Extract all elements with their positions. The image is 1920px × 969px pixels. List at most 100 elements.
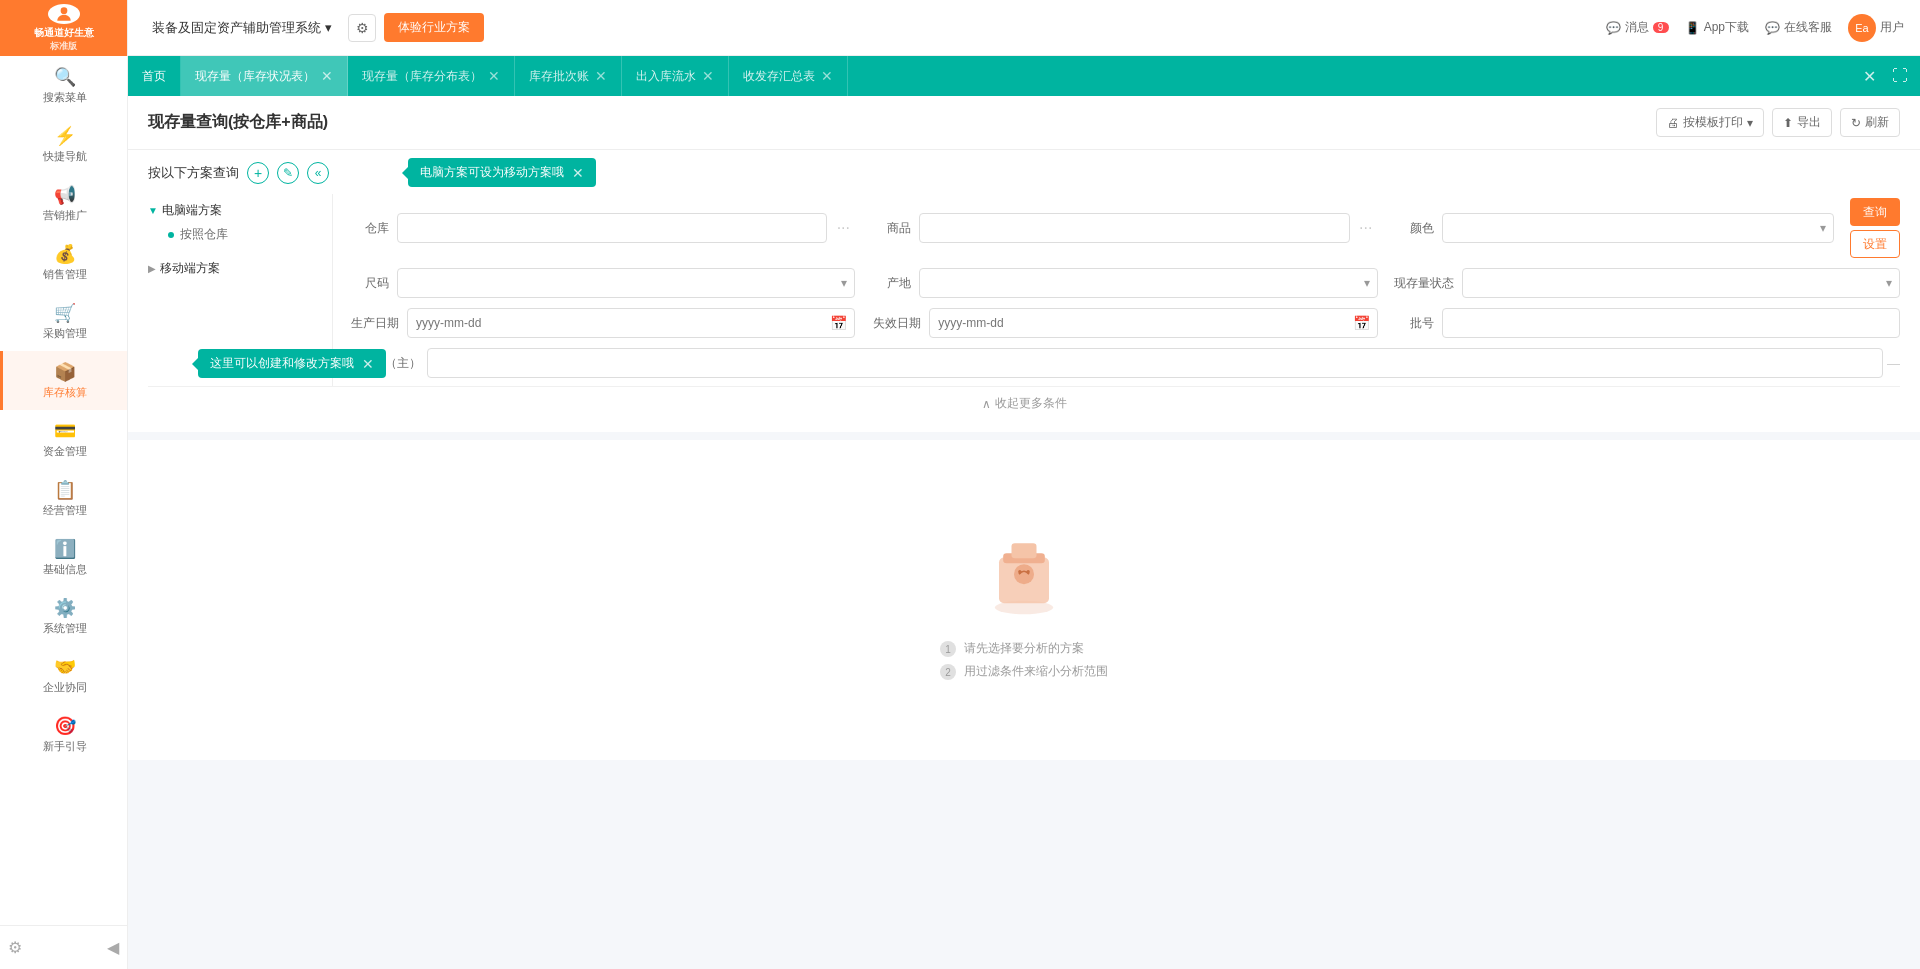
print-icon: 🖨: [1667, 116, 1679, 130]
product-input[interactable]: [919, 213, 1349, 243]
filter-add-btn[interactable]: +: [247, 162, 269, 184]
tab-inventory-status-close[interactable]: ✕: [321, 69, 333, 83]
sidebar-label-marketing: 营销推广: [43, 208, 87, 223]
sidebar-item-system[interactable]: ⚙️ 系统管理: [0, 587, 127, 646]
sidebar-item-operation[interactable]: 📋 经营管理: [0, 469, 127, 528]
tab-home[interactable]: 首页: [128, 56, 181, 96]
node-mobile-label: 移动端方案: [160, 260, 220, 277]
origin-select[interactable]: [919, 268, 1377, 298]
print-label: 按模板打印: [1683, 114, 1743, 131]
header-settings-btn[interactable]: ⚙: [348, 14, 376, 42]
online-service-btn[interactable]: 💬 在线客服: [1765, 19, 1832, 36]
svg-point-0: [60, 7, 67, 14]
scheme-child-item-warehouse[interactable]: 按照仓库: [168, 223, 320, 246]
user-menu[interactable]: Ea 用户: [1848, 14, 1904, 42]
tab-batch-label: 库存批次账: [529, 68, 589, 85]
filter-row-2: 尺码 ▾ 产地: [349, 268, 1900, 298]
scheme-node-pc[interactable]: ▼ 电脑端方案: [148, 198, 320, 223]
color-select[interactable]: [1442, 213, 1834, 243]
exp-date-wrapper: 📅: [929, 308, 1377, 338]
tab-summary-label: 收发存汇总表: [743, 68, 815, 85]
tab-summary[interactable]: 收发存汇总表 ✕: [729, 56, 848, 96]
tab-inventory-status[interactable]: 现存量（库存状况表） ✕: [181, 56, 348, 96]
refresh-btn[interactable]: ↻ 刷新: [1840, 108, 1900, 137]
tab-batch[interactable]: 库存批次账 ✕: [515, 56, 622, 96]
stock-qty-range: —: [427, 348, 1900, 378]
refresh-label: 刷新: [1865, 114, 1889, 131]
collapse-sidebar-icon[interactable]: ◀: [103, 934, 123, 961]
size-label: 尺码: [349, 275, 389, 292]
filter-cell-size: 尺码 ▾: [349, 268, 855, 298]
logo-text: 畅通道好生意: [34, 26, 94, 40]
tab-inventory-dist-close[interactable]: ✕: [488, 69, 500, 83]
top-header: 装备及固定资产辅助管理系统 ▾ ⚙ 体验行业方案 💬 消息 9 📱 App下载 …: [128, 0, 1920, 56]
collapse-label: 收起更多条件: [995, 395, 1067, 412]
sidebar-item-inventory[interactable]: 📦 库存核算: [0, 351, 127, 410]
experience-btn[interactable]: 体验行业方案: [384, 13, 484, 42]
tab-inventory-dist[interactable]: 现存量（库存分布表） ✕: [348, 56, 515, 96]
app-download-btn[interactable]: 📱 App下载: [1685, 19, 1749, 36]
filter-back-btn[interactable]: «: [307, 162, 329, 184]
warehouse-dots[interactable]: ···: [831, 213, 855, 243]
scheme-child-pc: 按照仓库: [148, 223, 320, 246]
prod-date-input[interactable]: [407, 308, 855, 338]
print-arrow: ▾: [1747, 116, 1753, 130]
collapse-btn[interactable]: ∧ 收起更多条件: [982, 395, 1067, 412]
sidebar-item-finance[interactable]: 💳 资金管理: [0, 410, 127, 469]
sidebar-item-guide[interactable]: 🎯 新手引导: [0, 705, 127, 764]
guide-icon: 🎯: [54, 715, 76, 737]
settings-bottom-icon[interactable]: ⚙: [4, 934, 26, 961]
empty-tip-1: 1 请先选择要分析的方案: [940, 640, 1108, 657]
filter-row-4: 现存量（主） —: [349, 348, 1900, 378]
tab-fullscreen[interactable]: ⛶: [1888, 65, 1912, 87]
search-icon: 🔍: [54, 66, 76, 88]
message-btn[interactable]: 💬 消息 9: [1606, 19, 1669, 36]
system-icon: ⚙️: [54, 597, 76, 619]
sidebar-item-basic[interactable]: ℹ️ 基础信息: [0, 528, 127, 587]
collab-icon: 🤝: [54, 656, 76, 678]
sidebar-item-nav[interactable]: ⚡ 快捷导航: [0, 115, 127, 174]
tab-flow[interactable]: 出入库流水 ✕: [622, 56, 729, 96]
filter-row-3: 生产日期 📅 失效日期 📅: [349, 308, 1900, 338]
search-btn[interactable]: 查询: [1850, 198, 1900, 226]
batch-label: 批号: [1394, 315, 1434, 332]
export-btn[interactable]: ⬆ 导出: [1772, 108, 1832, 137]
exp-date-input[interactable]: [929, 308, 1377, 338]
stock-qty-from[interactable]: [427, 348, 1883, 378]
batch-input[interactable]: [1442, 308, 1900, 338]
sidebar-nav: 🔍 搜索菜单 ⚡ 快捷导航 📢 营销推广 💰 销售管理 🛒 采购管理 📦 库存核…: [0, 56, 127, 925]
filter-edit-btn[interactable]: ✎: [277, 162, 299, 184]
tooltip-pc: 电脑方案可设为移动方案哦 ✕: [408, 158, 596, 187]
tooltip-pc-close[interactable]: ✕: [572, 165, 584, 181]
node-mobile-arrow: ▶: [148, 263, 156, 274]
sidebar-item-collab[interactable]: 🤝 企业协同: [0, 646, 127, 705]
exp-date-calendar-icon: 📅: [1353, 315, 1370, 331]
print-btn[interactable]: 🖨 按模板打印 ▾: [1656, 108, 1764, 137]
sidebar-item-purchase[interactable]: 🛒 采购管理: [0, 292, 127, 351]
tab-close-all[interactable]: ✕: [1859, 65, 1880, 88]
user-label: 用户: [1880, 19, 1904, 36]
nav-icon: ⚡: [54, 125, 76, 147]
stock-status-select[interactable]: [1462, 268, 1900, 298]
sidebar-item-search[interactable]: 🔍 搜索菜单: [0, 56, 127, 115]
warehouse-input[interactable]: [397, 213, 827, 243]
app-selector[interactable]: 装备及固定资产辅助管理系统 ▾: [144, 15, 340, 41]
operation-icon: 📋: [54, 479, 76, 501]
sidebar-label-finance: 资金管理: [43, 444, 87, 459]
sidebar-item-sales[interactable]: 💰 销售管理: [0, 233, 127, 292]
product-dots[interactable]: ···: [1354, 213, 1378, 243]
message-label: 消息: [1625, 19, 1649, 36]
filter-cell-prod-date: 生产日期 📅: [349, 308, 855, 338]
sidebar-item-marketing[interactable]: 📢 营销推广: [0, 174, 127, 233]
tab-flow-close[interactable]: ✕: [702, 69, 714, 83]
tab-summary-close[interactable]: ✕: [821, 69, 833, 83]
size-select[interactable]: [397, 268, 855, 298]
user-avatar: Ea: [1848, 14, 1876, 42]
app-selector-arrow: ▾: [325, 20, 332, 35]
tooltip-create-close[interactable]: ✕: [362, 356, 374, 372]
header-left: 装备及固定资产辅助管理系统 ▾ ⚙ 体验行业方案: [144, 13, 484, 42]
tab-batch-close[interactable]: ✕: [595, 69, 607, 83]
reset-btn[interactable]: 设置: [1850, 230, 1900, 258]
scheme-node-mobile[interactable]: ▶ 移动端方案: [148, 256, 320, 281]
service-icon: 💬: [1765, 21, 1780, 35]
